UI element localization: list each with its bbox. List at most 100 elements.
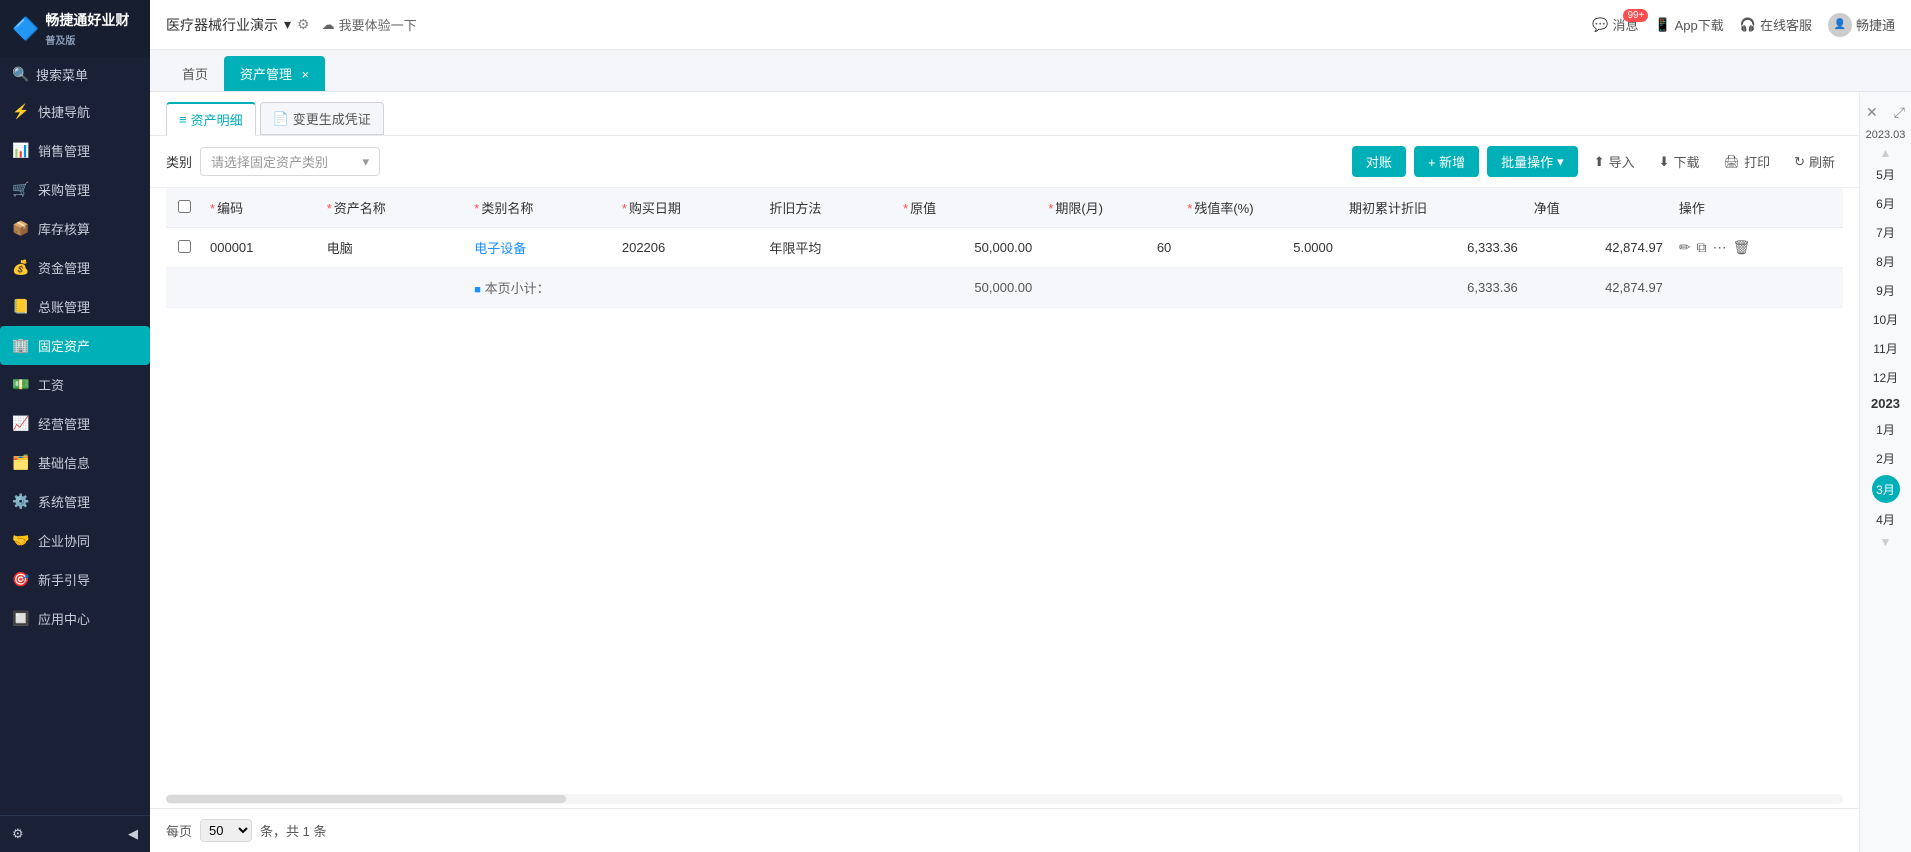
search-menu-item[interactable]: 🔍 搜索菜单 xyxy=(0,57,150,92)
col-residual-rate: *残值率(%) xyxy=(1179,188,1341,228)
sidebar-item-快捷导航[interactable]: ⚡快捷导航 xyxy=(0,92,150,131)
content-area: ≡ 资产明细 📄 变更生成凭证 类别 请选择固定资产类别 ▾ xyxy=(150,92,1911,852)
mobile-icon: 📱 xyxy=(1654,17,1670,33)
panel-month-item[interactable]: 12月 xyxy=(1873,363,1898,392)
app-name: 畅捷通好业财 xyxy=(45,10,129,30)
message-icon: 💬 xyxy=(1592,17,1608,33)
nav-icon: 📦 xyxy=(12,220,30,238)
nav-icon: 🏢 xyxy=(12,337,30,355)
panel-month-item[interactable]: 6月 xyxy=(1873,189,1898,218)
toolbar-filter: 类别 请选择固定资产类别 ▾ xyxy=(166,147,380,176)
expand-panel-icon[interactable]: ⤢ xyxy=(1894,104,1905,121)
cell-period: 60 xyxy=(1040,228,1179,268)
panel-nav-up[interactable]: ▲ xyxy=(1860,145,1911,160)
sidebar-item-经营管理[interactable]: 📈经营管理 xyxy=(0,404,150,443)
category-filter[interactable]: 请选择固定资产类别 ▾ xyxy=(200,147,380,176)
asset-table-wrap: *编码 *资产名称 *类别名称 *购买日期 折旧方法 *原值 *期限(月) *残… xyxy=(150,188,1859,790)
panel-month-item[interactable]: 10月 xyxy=(1873,305,1898,334)
nav-label: 采购管理 xyxy=(38,180,90,199)
panel-month-item[interactable]: 5月 xyxy=(1873,160,1898,189)
page-size-select[interactable]: 50 10 20 100 xyxy=(200,819,252,842)
sidebar-item-基础信息[interactable]: 🗂️基础信息 xyxy=(0,443,150,482)
app-download-action[interactable]: 📱 App下载 xyxy=(1654,15,1723,34)
sidebar-item-总账管理[interactable]: 📒 总账管理 xyxy=(0,287,150,326)
subtab-voucher[interactable]: 📄 变更生成凭证 xyxy=(260,102,384,135)
sidebar-item-资金管理[interactable]: 💰资金管理 xyxy=(0,248,150,287)
sidebar-item-销售管理[interactable]: 📊销售管理 xyxy=(0,131,150,170)
sidebar-item-企业协同[interactable]: 🤝企业协同 xyxy=(0,521,150,560)
row-checkbox[interactable] xyxy=(178,240,191,253)
pagination: 每页 50 10 20 100 条，共 1 条 xyxy=(150,808,1859,852)
panel-month-item[interactable]: 7月 xyxy=(1873,218,1898,247)
edit-icon[interactable]: ✏ xyxy=(1679,239,1691,256)
company-selector[interactable]: 医疗器械行业演示 ▾ ⚙ xyxy=(166,15,310,35)
total-label: 条，共 1 条 xyxy=(260,821,326,840)
nav-label: 固定资产 xyxy=(38,336,90,355)
panel-month-item[interactable]: 8月 xyxy=(1873,247,1898,276)
tab-home-label: 首页 xyxy=(182,67,208,82)
user-menu[interactable]: 👤 畅捷通 xyxy=(1828,13,1895,37)
new-button[interactable]: + 新增 xyxy=(1414,146,1479,177)
col-accumulated-dep: 期初累计折旧 xyxy=(1341,188,1526,228)
sidebar-item-新手引导[interactable]: 🎯新手引导 xyxy=(0,560,150,599)
print-button[interactable]: 🖨 打印 xyxy=(1716,148,1779,175)
table-body: 000001 电脑 电子设备 202206 年限平均 50,000.00 60 … xyxy=(166,228,1843,308)
content-main: ≡ 资产明细 📄 变更生成凭证 类别 请选择固定资产类别 ▾ xyxy=(150,92,1859,852)
subtabs: ≡ 资产明细 📄 变更生成凭证 xyxy=(150,92,1859,136)
nav-label: 应用中心 xyxy=(38,609,90,628)
select-all-col xyxy=(166,188,202,228)
download-icon: ⬇ xyxy=(1659,154,1670,170)
sidebar-item-系统管理[interactable]: ⚙️系统管理 xyxy=(0,482,150,521)
col-net-value: 净值 xyxy=(1526,188,1671,228)
reconcile-button[interactable]: 对账 xyxy=(1352,146,1406,177)
copy-icon[interactable]: ⧉ xyxy=(1697,239,1707,256)
sidebar-item-工资[interactable]: 💵工资 xyxy=(0,365,150,404)
company-dropdown-icon: ▾ xyxy=(284,16,291,33)
main-area: 医疗器械行业演示 ▾ ⚙ ☁ 我要体验一下 💬 消息 99+ 📱 App下载 🎧… xyxy=(150,0,1911,852)
batch-button[interactable]: 批量操作 ▾ xyxy=(1487,146,1578,177)
nav-icon: 📒 xyxy=(12,298,30,316)
settings-gear-icon[interactable]: ⚙ xyxy=(297,16,310,33)
download-button[interactable]: ⬇ 下载 xyxy=(1651,148,1708,175)
col-name: *资产名称 xyxy=(319,188,467,228)
sidebar-item-应用中心[interactable]: 🔲 应用中心 xyxy=(0,599,150,638)
settings-icon[interactable]: ⚙ xyxy=(12,826,24,842)
subtotal-dep-method xyxy=(761,268,895,308)
tab-home[interactable]: 首页 xyxy=(166,56,224,91)
close-panel-icon[interactable]: ✕ xyxy=(1866,104,1878,121)
subtab-asset-detail[interactable]: ≡ 资产明细 xyxy=(166,102,256,136)
online-service-action[interactable]: 🎧 在线客服 xyxy=(1740,15,1812,34)
panel-month-current-item[interactable]: 4月 xyxy=(1872,505,1900,534)
select-all-checkbox[interactable] xyxy=(178,200,191,213)
nav-icon: 🗂️ xyxy=(12,454,30,472)
nav-label: 企业协同 xyxy=(38,531,90,550)
panel-month-current-item[interactable]: 2月 xyxy=(1872,444,1900,473)
collapse-icon[interactable]: ◀ xyxy=(128,826,138,842)
sidebar-item-库存核算[interactable]: 📦库存核算 xyxy=(0,209,150,248)
try-feature[interactable]: ☁ 我要体验一下 xyxy=(322,15,417,34)
delete-icon[interactable]: 🗑 xyxy=(1733,239,1751,256)
panel-month-item[interactable]: 9月 xyxy=(1873,276,1898,305)
sidebar-item-采购管理[interactable]: 🛒采购管理 xyxy=(0,170,150,209)
more-icon[interactable]: ⋯ xyxy=(1713,239,1727,256)
nav-label: 总账管理 xyxy=(38,297,90,316)
import-button[interactable]: ⬆ 导入 xyxy=(1586,148,1643,175)
message-action[interactable]: 💬 消息 99+ xyxy=(1592,15,1638,34)
nav-icon: 🔲 xyxy=(12,610,30,628)
cell-depreciation-method: 年限平均 xyxy=(761,228,895,268)
panel-month-current-item[interactable]: 1月 xyxy=(1872,415,1900,444)
refresh-button[interactable]: ↻ 刷新 xyxy=(1786,148,1843,175)
batch-dropdown-icon: ▾ xyxy=(1557,154,1564,170)
panel-month-item[interactable]: 11月 xyxy=(1873,334,1898,363)
panel-nav-down[interactable]: ▼ xyxy=(1860,534,1911,549)
import-icon: ⬆ xyxy=(1594,154,1605,170)
subtotal-accumulated-dep: 6,333.36 xyxy=(1341,268,1526,308)
subtotal-net-value: 42,874.97 xyxy=(1526,268,1671,308)
logo-icon: 🔷 xyxy=(12,16,39,42)
horizontal-scrollbar[interactable] xyxy=(166,794,1843,804)
sidebar-item-固定资产[interactable]: 🏢 固定资产 xyxy=(0,326,150,365)
tab-asset-management[interactable]: 资产管理 × xyxy=(224,56,325,91)
list-icon: ≡ xyxy=(179,112,187,127)
tab-close-icon[interactable]: × xyxy=(302,67,310,82)
panel-month-current-item[interactable]: 3月 xyxy=(1872,475,1900,503)
